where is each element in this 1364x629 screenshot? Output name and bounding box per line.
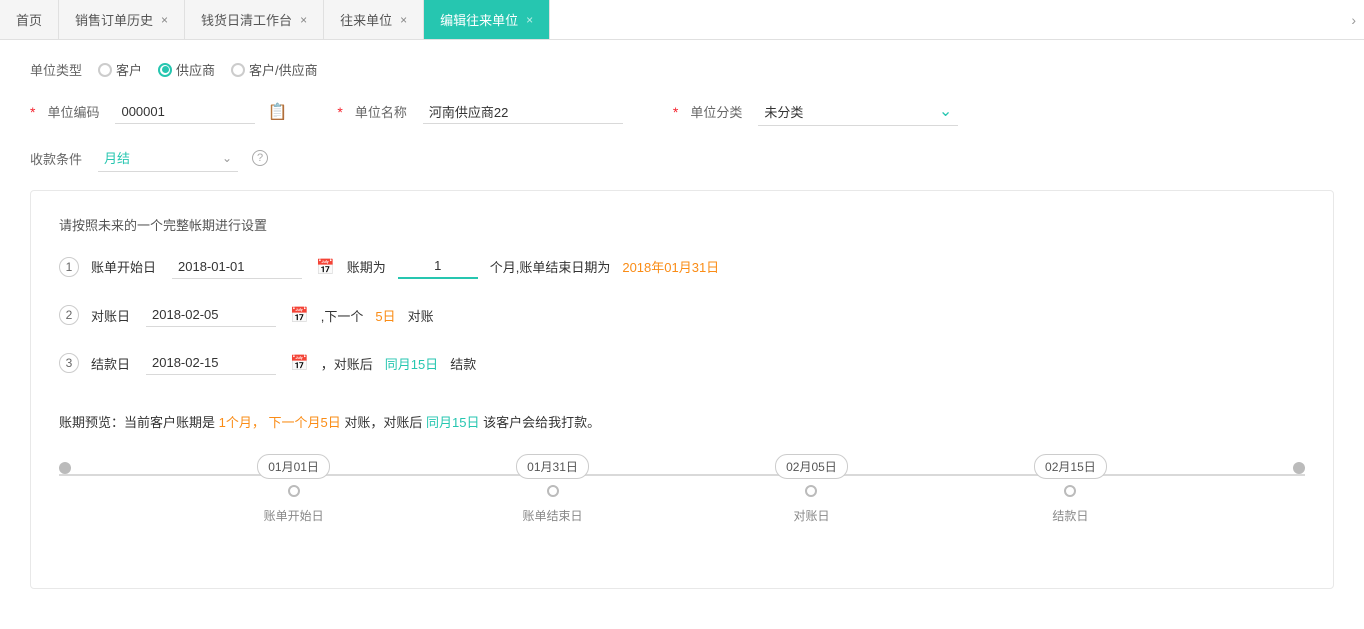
unit-type-label: 单位类型: [30, 60, 82, 79]
radio-customer[interactable]: 客户: [98, 60, 142, 79]
payment-date-input[interactable]: [146, 351, 276, 375]
timeline-date-2: 01月31日: [516, 454, 589, 479]
timeline-dot-2: [547, 485, 559, 497]
preview-mid: 对账，对账后: [344, 415, 422, 430]
payment-value: 月结: [104, 148, 218, 167]
period-input[interactable]: [398, 254, 478, 279]
timeline-date-3: 02月05日: [775, 454, 848, 479]
setting-label-1: 账单开始日: [91, 257, 156, 276]
unit-class-select[interactable]: 未分类 ⌄: [758, 97, 958, 126]
radio-supplier[interactable]: 供应商: [158, 60, 215, 79]
preview-payment-date: 同月15日: [426, 415, 479, 430]
radio-both[interactable]: 客户/供应商: [231, 60, 318, 79]
tab-nav-more[interactable]: ›: [1351, 0, 1364, 39]
tab-edit-partner-close[interactable]: ×: [526, 13, 533, 27]
tab-partner-label: 往来单位: [340, 10, 392, 29]
tab-edit-partner[interactable]: 编辑往来单位 ×: [424, 0, 550, 39]
unit-class-group: * 单位分类 未分类 ⌄: [673, 97, 958, 126]
help-icon[interactable]: ?: [252, 150, 268, 166]
tab-home-label: 首页: [16, 10, 42, 29]
start-date-calendar-icon[interactable]: 📅: [316, 258, 335, 276]
preview-period: 1个月，: [219, 415, 265, 430]
timeline-label-3: 对账日: [793, 507, 829, 524]
timeline-label-2: 账单结束日: [523, 507, 583, 524]
payment-label: 收款条件: [30, 149, 82, 168]
timeline-date-1: 01月01日: [257, 454, 330, 479]
reconcile-highlight: 5日: [375, 306, 395, 325]
setting-num-3: 3: [59, 353, 79, 373]
timeline-dot-4: [1064, 485, 1076, 497]
payment-row: 收款条件 月结 ⌄ ?: [30, 144, 1334, 172]
tab-cashier-close[interactable]: ×: [300, 13, 307, 27]
payment-suffix: 结款: [450, 354, 476, 373]
payment-select-arrow-icon: ⌄: [222, 151, 232, 165]
unit-info-row: * 单位编码 📋 * 单位名称 * 单位分类 未分类 ⌄: [30, 97, 1334, 126]
reconcile-prefix: ,下一个: [321, 306, 364, 325]
unit-code-group: * 单位编码 📋: [30, 100, 287, 124]
tab-partner-close[interactable]: ×: [400, 13, 407, 27]
timeline-node-2: 01月31日 账单结束日: [516, 454, 589, 524]
tab-sales-history[interactable]: 销售订单历史 ×: [59, 0, 185, 39]
timeline-label-1: 账单开始日: [264, 507, 324, 524]
timeline-node-1: 01月01日 账单开始日: [257, 454, 330, 524]
start-date-input[interactable]: [172, 255, 302, 279]
unit-class-value: 未分类: [758, 98, 933, 125]
timeline-items: 01月01日 账单开始日 01月31日 账单结束日 02月05日 对账日: [59, 454, 1305, 524]
setting-num-1: 1: [59, 257, 79, 277]
unit-class-arrow-icon: ⌄: [933, 97, 958, 125]
preview-prefix: 账期预览：当前客户账期是: [59, 415, 215, 430]
tab-bar: 首页 销售订单历史 × 钱货日清工作台 × 往来单位 × 编辑往来单位 × ›: [0, 0, 1364, 40]
setting-num-2: 2: [59, 305, 79, 325]
timeline-start-dot: [59, 462, 71, 474]
setting-label-3: 结款日: [91, 354, 130, 373]
radio-supplier-circle: [158, 63, 172, 77]
payment-prefix: ，对账后: [321, 354, 373, 373]
period-end-date: 2018年01月31日: [622, 257, 719, 276]
tab-cashier-label: 钱货日清工作台: [201, 10, 292, 29]
tab-sales-history-close[interactable]: ×: [161, 13, 168, 27]
payment-select[interactable]: 月结 ⌄: [98, 144, 238, 172]
setting-row-1: 1 账单开始日 📅 账期为 个月,账单结束日期为 2018年01月31日: [59, 254, 1305, 279]
radio-group-unit-type: 客户 供应商 客户/供应商: [98, 60, 318, 79]
reconcile-suffix: 对账: [408, 306, 434, 325]
setting-label-2: 对账日: [91, 306, 130, 325]
timeline-dot-3: [805, 485, 817, 497]
payment-date-calendar-icon[interactable]: 📅: [290, 354, 309, 372]
tab-cashier[interactable]: 钱货日清工作台 ×: [185, 0, 324, 39]
timeline-end-dot: [1293, 462, 1305, 474]
timeline-date-4: 02月15日: [1034, 454, 1107, 479]
tab-partner[interactable]: 往来单位 ×: [324, 0, 424, 39]
unit-type-row: 单位类型 客户 供应商 客户/供应商: [30, 60, 1334, 79]
preview-end: 该客户会给我打款。: [483, 415, 600, 430]
unit-code-copy-icon[interactable]: 📋: [267, 102, 287, 122]
radio-both-circle: [231, 63, 245, 77]
setting-row-2: 2 对账日 📅 ,下一个 5日 对账: [59, 303, 1305, 327]
unit-class-label: 单位分类: [690, 102, 742, 121]
timeline-label-4: 结款日: [1052, 507, 1088, 524]
tab-edit-partner-label: 编辑往来单位: [440, 10, 518, 29]
tab-home[interactable]: 首页: [0, 0, 59, 39]
timeline-node-4: 02月15日 结款日: [1034, 454, 1107, 524]
unit-name-group: * 单位名称: [337, 100, 622, 124]
card-title: 请按照未来的一个完整帐期进行设置: [59, 215, 1305, 234]
unit-name-input[interactable]: [423, 100, 623, 124]
unit-code-label: 单位编码: [47, 102, 99, 121]
period-suffix: 个月,账单结束日期为: [490, 257, 611, 276]
setting-row-3: 3 结款日 📅 ，对账后 同月15日 结款: [59, 351, 1305, 375]
unit-code-input[interactable]: [115, 100, 255, 124]
main-content: 单位类型 客户 供应商 客户/供应商 * 单位编码 📋 * 单位名称: [0, 40, 1364, 629]
radio-customer-circle: [98, 63, 112, 77]
timeline-dot-1: [288, 485, 300, 497]
reconcile-date-calendar-icon[interactable]: 📅: [290, 306, 309, 324]
period-mid-text: 账期为: [347, 257, 386, 276]
unit-name-label: 单位名称: [355, 102, 407, 121]
preview-bar: 账期预览：当前客户账期是 1个月， 下一个月5日 对账，对账后 同月15日 该客…: [59, 399, 1305, 454]
settings-card: 请按照未来的一个完整帐期进行设置 1 账单开始日 📅 账期为 个月,账单结束日期…: [30, 190, 1334, 589]
preview-reconcile-date: 下一个月5日: [269, 415, 341, 430]
payment-highlight: 同月15日: [385, 354, 438, 373]
reconcile-date-input[interactable]: [146, 303, 276, 327]
timeline-container: 01月01日 账单开始日 01月31日 账单结束日 02月05日 对账日: [59, 454, 1305, 564]
timeline-node-3: 02月05日 对账日: [775, 454, 848, 524]
tab-sales-history-label: 销售订单历史: [75, 10, 153, 29]
